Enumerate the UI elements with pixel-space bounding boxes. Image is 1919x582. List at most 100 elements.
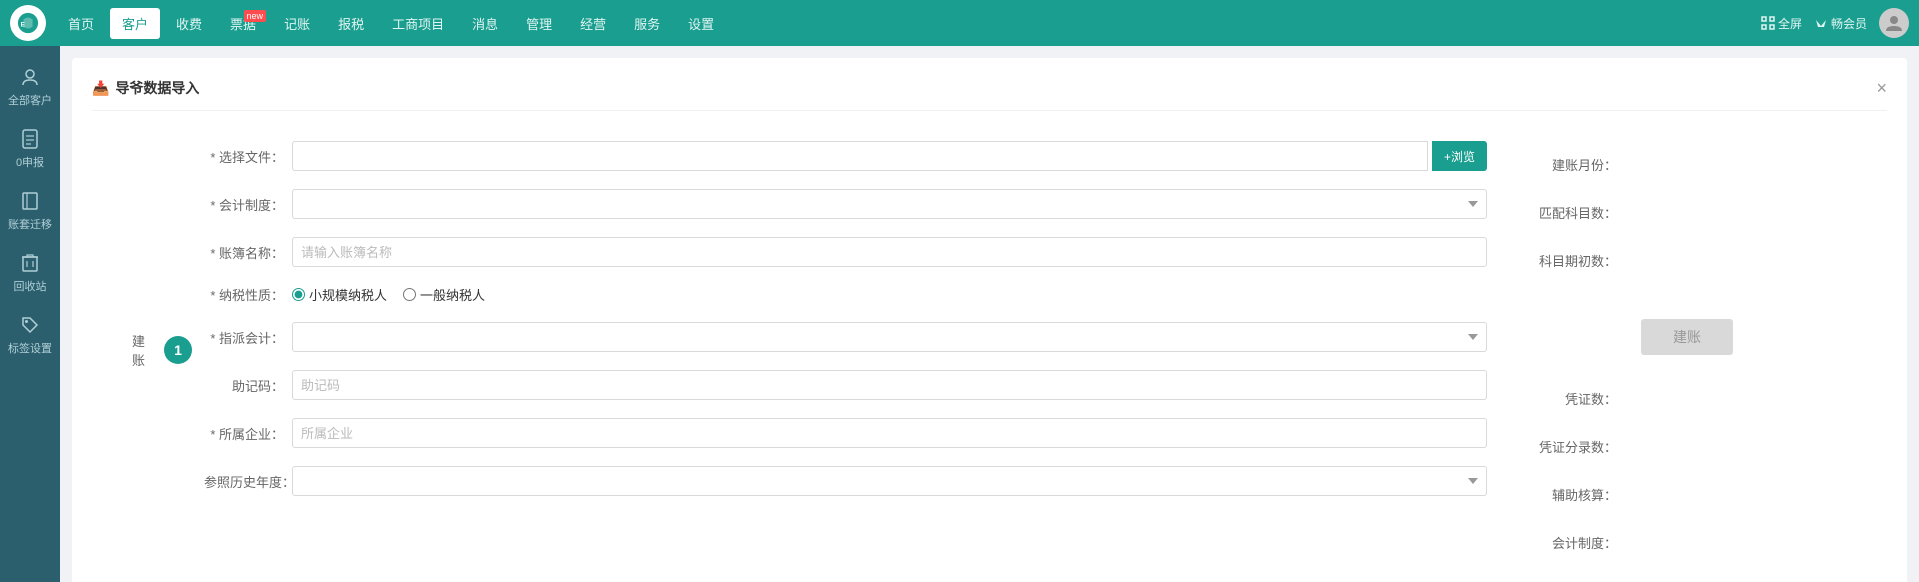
nav-invoices[interactable]: 票据 new [218, 8, 268, 39]
sidebar-item-trash[interactable]: 回收站 [0, 242, 60, 304]
file-label: * 选择文件： [204, 147, 284, 166]
close-button[interactable]: × [1876, 79, 1887, 97]
dialog-title: 📥 导爷数据导入 [92, 78, 199, 98]
file-icon [19, 128, 41, 150]
book-icon [19, 190, 41, 212]
build-account-button[interactable]: 建账 [1641, 319, 1733, 355]
voucher-count-label: 凭证数： [1527, 389, 1617, 408]
nav-right: 全屏 畅会员 [1761, 8, 1909, 38]
top-navbar: E 首页 客户 收费 票据 new 记账 报税 工商项目 消息 管理 经营 服务… [0, 0, 1919, 46]
user-icon [19, 66, 41, 88]
step-circle: 1 [164, 336, 192, 364]
memo-code-label: 助记码： [204, 376, 284, 395]
auxiliary-row: 辅助核算： [1527, 479, 1847, 509]
nav-bookkeeping[interactable]: 记账 [272, 8, 322, 39]
radio-general-input[interactable] [403, 288, 416, 301]
trash-icon [19, 252, 41, 274]
form-layout: 建账 1 * 选择文件： +浏览 [92, 131, 1887, 567]
radio-general[interactable]: 一般纳税人 [403, 285, 485, 304]
browse-button[interactable]: +浏览 [1432, 141, 1487, 171]
app-logo: E [10, 5, 46, 41]
nav-message[interactable]: 消息 [460, 8, 510, 39]
sidebar: 全部客户 0申报 账套迁移 回收站 标签设置 [0, 46, 60, 582]
nav-items: 首页 客户 收费 票据 new 记账 报税 工商项目 消息 管理 经营 服务 设… [56, 8, 1761, 39]
vip-label: 畅会员 [1831, 15, 1867, 32]
right-accounting-system-row: 会计制度： [1527, 527, 1847, 557]
left-section: 建账 1 * 选择文件： +浏览 [132, 141, 1487, 557]
sidebar-label-trash: 回收站 [14, 278, 47, 294]
memo-code-input[interactable] [292, 370, 1487, 400]
ledger-name-input[interactable] [292, 237, 1487, 267]
title-icon: 📥 [92, 80, 109, 97]
tax-type-row: * 纳税性质： 小规模纳税人 一般纳税人 [204, 285, 1487, 304]
tax-type-radio-group: 小规模纳税人 一般纳税人 [292, 285, 485, 304]
main-layout: 全部客户 0申报 账套迁移 回收站 标签设置 [0, 46, 1919, 582]
sidebar-label-all-customers: 全部客户 [8, 92, 52, 108]
subject-initial-row: 科目期初数： [1527, 245, 1847, 275]
nav-business[interactable]: 工商项目 [380, 8, 456, 39]
sidebar-label-declare: 0申报 [16, 154, 44, 170]
file-row: * 选择文件： +浏览 [204, 141, 1487, 171]
step-label-area: 建账 1 [132, 141, 192, 557]
company-label: * 所属企业： [204, 424, 284, 443]
subject-initial-label: 科目期初数： [1527, 251, 1617, 270]
step-text: 建账 [132, 331, 156, 369]
radio-small-scale-input[interactable] [292, 288, 305, 301]
ledger-name-label: * 账簿名称： [204, 243, 284, 262]
reference-year-row: 参照历史年度： [204, 466, 1487, 496]
file-input[interactable] [292, 141, 1428, 171]
dialog-card: 📥 导爷数据导入 × 建账 1 * 选择文件： [72, 58, 1907, 582]
tag-icon [19, 314, 41, 336]
reference-year-select[interactable] [292, 466, 1487, 496]
nav-service[interactable]: 服务 [622, 8, 672, 39]
company-row: * 所属企业： [204, 418, 1487, 448]
tax-type-label: * 纳税性质： [204, 285, 284, 304]
sidebar-label-tags: 标签设置 [8, 340, 52, 356]
radio-general-label: 一般纳税人 [420, 285, 485, 304]
nav-manage[interactable]: 管理 [514, 8, 564, 39]
accountant-label: * 指派会计： [204, 328, 284, 347]
ledger-name-row: * 账簿名称： [204, 237, 1487, 267]
file-input-wrap: +浏览 [292, 141, 1487, 171]
nav-settings[interactable]: 设置 [676, 8, 726, 39]
sidebar-label-migrate: 账套迁移 [8, 216, 52, 232]
accounting-system-label: * 会计制度： [204, 195, 284, 214]
radio-small-scale[interactable]: 小规模纳税人 [292, 285, 387, 304]
memo-code-row: 助记码： [204, 370, 1487, 400]
build-month-row: 建账月份： [1527, 149, 1847, 179]
right-section: 建账月份： 匹配科目数： 科目期初数： 建账 凭证 [1527, 141, 1847, 557]
voucher-records-label: 凭证分录数： [1527, 437, 1617, 456]
radio-small-scale-label: 小规模纳税人 [309, 285, 387, 304]
accounting-system-select[interactable] [292, 189, 1487, 219]
nav-customers[interactable]: 客户 [110, 8, 160, 39]
sidebar-item-tags[interactable]: 标签设置 [0, 304, 60, 366]
accounting-system-row: * 会计制度： [204, 189, 1487, 219]
main-content: 📥 导爷数据导入 × 建账 1 * 选择文件： [60, 46, 1919, 582]
nav-operation[interactable]: 经营 [568, 8, 618, 39]
accountant-row: * 指派会计： [204, 322, 1487, 352]
nav-billing[interactable]: 收费 [164, 8, 214, 39]
company-input[interactable] [292, 418, 1487, 448]
avatar[interactable] [1879, 8, 1909, 38]
title-text: 导爷数据导入 [115, 78, 199, 98]
dialog-header: 📥 导爷数据导入 × [92, 78, 1887, 111]
accountant-select[interactable] [292, 322, 1487, 352]
nav-home[interactable]: 首页 [56, 8, 106, 39]
sidebar-item-all-customers[interactable]: 全部客户 [0, 56, 60, 118]
reference-year-label: 参照历史年度： [204, 472, 284, 491]
match-subjects-row: 匹配科目数： [1527, 197, 1847, 227]
nav-tax[interactable]: 报税 [326, 8, 376, 39]
fullscreen-label: 全屏 [1778, 15, 1802, 32]
form-fields: * 选择文件： +浏览 * 会计制度： [204, 141, 1487, 557]
sidebar-item-migrate[interactable]: 账套迁移 [0, 180, 60, 242]
right-accounting-system-label: 会计制度： [1527, 533, 1617, 552]
vip-btn[interactable]: 畅会员 [1814, 15, 1867, 32]
build-month-label: 建账月份： [1527, 155, 1617, 174]
new-badge: new [244, 10, 267, 23]
sidebar-item-declare[interactable]: 0申报 [0, 118, 60, 180]
fullscreen-btn[interactable]: 全屏 [1761, 15, 1802, 32]
svg-text:E: E [21, 22, 26, 29]
voucher-records-row: 凭证分录数： [1527, 431, 1847, 461]
auxiliary-label: 辅助核算： [1527, 485, 1617, 504]
voucher-count-row: 凭证数： [1527, 383, 1847, 413]
